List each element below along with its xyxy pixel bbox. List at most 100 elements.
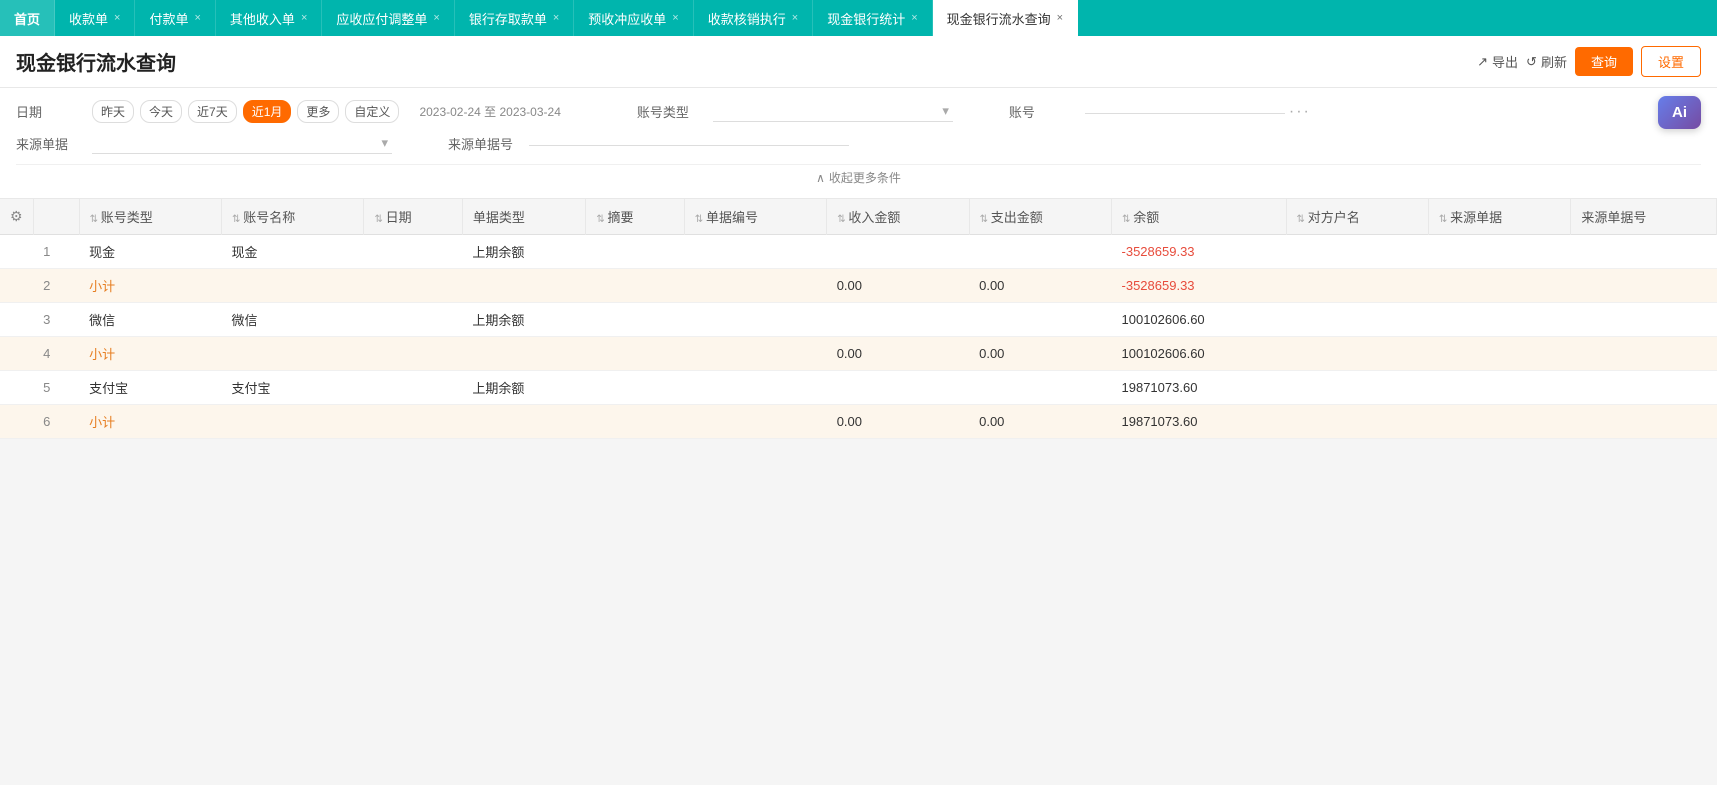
nav-item-adjust[interactable]: 应收应付调整单 × — [322, 0, 454, 36]
row-expense — [969, 303, 1111, 337]
row-source-doc — [1428, 235, 1570, 269]
row-account-name — [222, 269, 364, 303]
row-summary — [586, 405, 684, 439]
row-doc-no — [684, 235, 826, 269]
more-options-button[interactable]: ··· — [1289, 103, 1311, 121]
gear-icon[interactable]: ⚙ — [10, 208, 23, 224]
row-settings — [0, 337, 33, 371]
row-settings — [0, 371, 33, 405]
date-btn-custom[interactable]: 自定义 — [345, 100, 399, 123]
close-icon[interactable]: × — [1057, 12, 1063, 24]
row-counterparty — [1286, 235, 1428, 269]
row-account-name — [222, 337, 364, 371]
page-title: 现金银行流水查询 — [16, 47, 176, 76]
table-row: 5 支付宝 支付宝 上期余额 19871073.60 — [0, 371, 1717, 405]
nav-stats-label: 现金银行统计 — [827, 9, 905, 28]
row-income: 0.00 — [827, 337, 969, 371]
close-icon[interactable]: × — [792, 12, 798, 24]
row-balance: 19871073.60 — [1112, 371, 1287, 405]
row-summary — [586, 371, 684, 405]
table-body: 1 现金 现金 上期余额 -3528659.33 2 小计 0.00 0.00 … — [0, 235, 1717, 439]
close-icon[interactable]: × — [433, 12, 439, 24]
date-btn-1month[interactable]: 近1月 — [243, 100, 292, 123]
th-summary: ⇅ 摘要 — [586, 199, 684, 235]
date-btn-7days[interactable]: 近7天 — [188, 100, 237, 123]
row-expense: 0.00 — [969, 337, 1111, 371]
th-account-type: ⇅ 账号类型 — [79, 199, 221, 235]
row-source-doc — [1428, 269, 1570, 303]
row-balance: -3528659.33 — [1112, 235, 1287, 269]
row-number: 6 — [33, 405, 79, 439]
row-expense: 0.00 — [969, 269, 1111, 303]
nav-item-payment[interactable]: 付款单 × — [135, 0, 215, 36]
close-icon[interactable]: × — [194, 12, 200, 24]
top-navigation: 首页 收款单 × 付款单 × 其他收入单 × 应收应付调整单 × 银行存取款单 … — [0, 0, 1717, 36]
close-icon[interactable]: × — [911, 12, 917, 24]
table-row: 2 小计 0.00 0.00 -3528659.33 — [0, 269, 1717, 303]
account-type-label: 账号类型 — [637, 102, 697, 121]
row-income: 0.00 — [827, 269, 969, 303]
table-wrapper: ⚙ ⇅ 账号类型 ⇅ 账号名称 ⇅ 日期 单据类型 ⇅ 摘要 — [0, 199, 1717, 439]
row-source-doc — [1428, 337, 1570, 371]
table-row: 3 微信 微信 上期余额 100102606.60 — [0, 303, 1717, 337]
row-account-type: 微信 — [79, 303, 221, 337]
row-balance: 100102606.60 — [1112, 303, 1287, 337]
collapse-bar[interactable]: ∧ 收起更多条件 — [16, 164, 1701, 190]
collapse-label: 收起更多条件 — [829, 169, 901, 186]
nav-item-flow-query[interactable]: 现金银行流水查询 × — [933, 0, 1078, 36]
row-income — [827, 303, 969, 337]
row-date — [364, 303, 462, 337]
th-balance: ⇅ 余额 — [1112, 199, 1287, 235]
row-number: 2 — [33, 269, 79, 303]
row-number: 5 — [33, 371, 79, 405]
th-expense: ⇅ 支出金额 — [969, 199, 1111, 235]
row-balance: 100102606.60 — [1112, 337, 1287, 371]
account-filter-wrapper: ··· — [1085, 103, 1311, 121]
nav-item-receipt[interactable]: 收款单 × — [55, 0, 135, 36]
nav-item-stats[interactable]: 现金银行统计 × — [813, 0, 932, 36]
close-icon[interactable]: × — [114, 12, 120, 24]
row-source-doc — [1428, 405, 1570, 439]
row-income — [827, 371, 969, 405]
nav-flow-query-label: 现金银行流水查询 — [947, 9, 1051, 28]
row-balance: -3528659.33 — [1112, 269, 1287, 303]
date-btn-yesterday[interactable]: 昨天 — [92, 100, 134, 123]
nav-item-home[interactable]: 首页 — [0, 0, 55, 36]
settings-button[interactable]: 设置 — [1641, 46, 1701, 77]
row-source-doc — [1428, 371, 1570, 405]
nav-item-verify[interactable]: 收款核销执行 × — [694, 0, 813, 36]
account-label: 账号 — [1009, 102, 1069, 121]
row-doc-type — [462, 405, 586, 439]
row-counterparty — [1286, 337, 1428, 371]
close-icon[interactable]: × — [301, 12, 307, 24]
row-source-doc-no — [1571, 235, 1717, 269]
refresh-button[interactable]: ↺ 刷新 — [1526, 52, 1567, 71]
row-counterparty — [1286, 405, 1428, 439]
page-header: 现金银行流水查询 ↗ 导出 ↺ 刷新 查询 设置 — [0, 36, 1717, 88]
account-type-select[interactable]: ▾ — [713, 101, 953, 122]
query-button[interactable]: 查询 — [1575, 47, 1633, 76]
date-btn-more[interactable]: 更多 — [297, 100, 339, 123]
row-counterparty — [1286, 371, 1428, 405]
row-doc-no — [684, 337, 826, 371]
nav-item-bank[interactable]: 银行存取款单 × — [455, 0, 574, 36]
export-button[interactable]: ↗ 导出 — [1477, 52, 1518, 71]
row-income — [827, 235, 969, 269]
date-btn-today[interactable]: 今天 — [140, 100, 182, 123]
row-source-doc-no — [1571, 371, 1717, 405]
th-source-doc-no: 来源单据号 — [1571, 199, 1717, 235]
nav-item-prepay[interactable]: 预收冲应收单 × — [574, 0, 693, 36]
source-doc-no-input[interactable] — [529, 141, 849, 146]
close-icon[interactable]: × — [553, 12, 559, 24]
row-number: 4 — [33, 337, 79, 371]
row-date — [364, 405, 462, 439]
source-doc-select[interactable]: ▾ — [92, 133, 392, 154]
nav-bank-label: 银行存取款单 — [469, 9, 547, 28]
nav-item-other-income[interactable]: 其他收入单 × — [216, 0, 322, 36]
account-input[interactable] — [1085, 109, 1285, 114]
filter-row-source: 来源单据 ▾ 来源单据号 — [16, 133, 1701, 154]
ai-assistant-button[interactable]: Ai — [1658, 96, 1701, 129]
row-source-doc — [1428, 303, 1570, 337]
th-source-doc: ⇅ 来源单据 — [1428, 199, 1570, 235]
close-icon[interactable]: × — [672, 12, 678, 24]
